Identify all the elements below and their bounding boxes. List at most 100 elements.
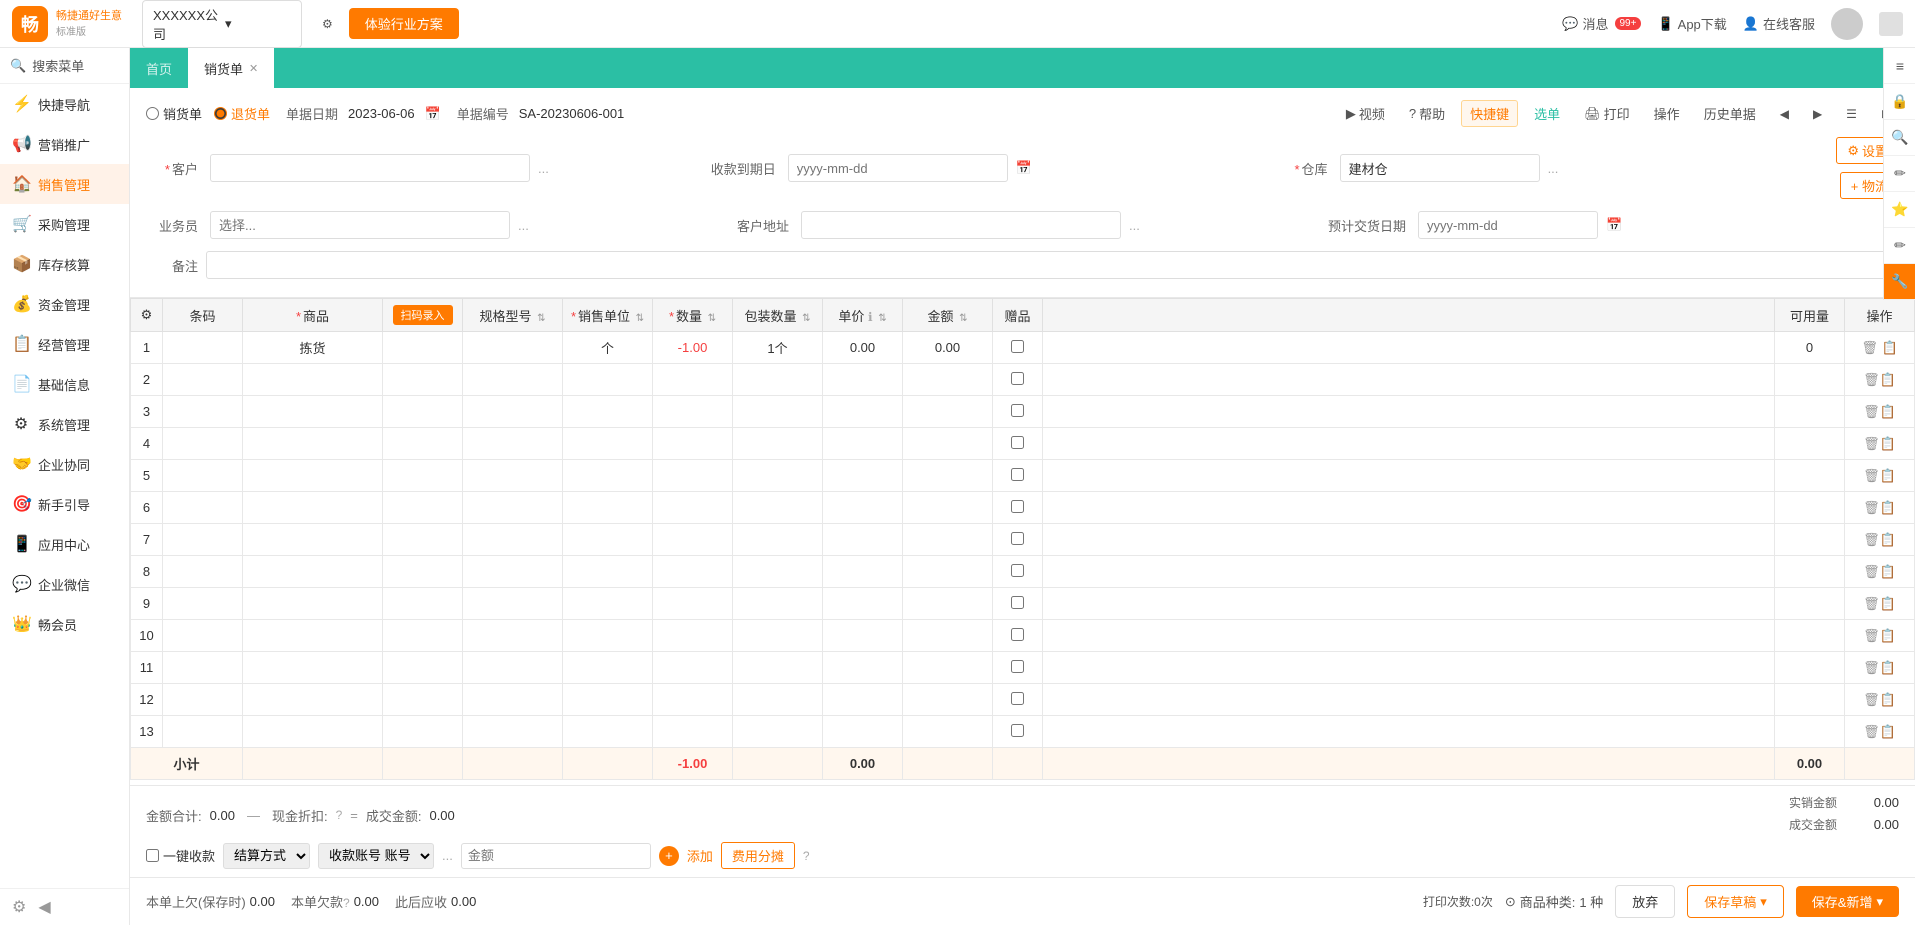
app-download-btn[interactable]: 📱 App下载 [1657, 14, 1726, 33]
sidebar-item-inventory[interactable]: 📦 库存核算 [0, 244, 129, 284]
radio-sale-input[interactable] [146, 107, 159, 120]
row-pkg-qty[interactable]: 1个 [733, 332, 823, 364]
online-service-btn[interactable]: 👤 在线客服 [1743, 14, 1815, 33]
tab-sales-order[interactable]: 销货单 ✕ [188, 48, 274, 88]
delete-row-icon[interactable]: 🗑 [1863, 628, 1880, 644]
sidebar-item-purchase[interactable]: 🛒 采购管理 [0, 204, 129, 244]
sidebar-item-member[interactable]: 👑 畅会员 [0, 604, 129, 644]
avatar[interactable] [1831, 8, 1863, 40]
delete-row-icon[interactable]: 🗑 [1863, 564, 1880, 580]
float-btn-2[interactable]: 🔒 [1884, 84, 1915, 120]
th-gear[interactable]: ⚙ [131, 299, 163, 332]
gift-checkbox[interactable] [1011, 340, 1024, 353]
delete-row-icon[interactable]: 🗑 [1863, 596, 1880, 612]
sidebar-item-marketing[interactable]: 📢 营销推广 [0, 124, 129, 164]
float-btn-7[interactable]: 🔧 [1884, 264, 1915, 300]
price-info-icon[interactable]: ℹ [868, 310, 873, 324]
delete-row-icon[interactable]: 🗑 [1863, 372, 1880, 388]
customer-input[interactable] [210, 154, 530, 182]
account-dots[interactable]: ... [442, 848, 453, 863]
sidebar-item-finance[interactable]: 💰 资金管理 [0, 284, 129, 324]
salesperson-input[interactable] [210, 211, 510, 239]
calendar-icon[interactable]: 📅 [425, 106, 441, 122]
sidebar-item-weixin[interactable]: 💬 企业微信 [0, 564, 129, 604]
row-product[interactable]: 拣货 [243, 332, 383, 364]
row-barcode[interactable] [163, 332, 243, 364]
delete-row-icon[interactable]: 🗑 [1863, 692, 1880, 708]
gift-checkbox[interactable] [1011, 500, 1024, 513]
gift-checkbox[interactable] [1011, 564, 1024, 577]
sidebar-item-operations[interactable]: 📋 经营管理 [0, 324, 129, 364]
radio-return-input[interactable] [214, 107, 227, 120]
gift-checkbox[interactable] [1011, 660, 1024, 673]
list-view-icon[interactable]: ☰ [1838, 104, 1865, 124]
trial-button[interactable]: 体验行业方案 [349, 8, 459, 39]
add-pay-button[interactable]: + [659, 846, 679, 866]
save-new-button[interactable]: 保存&新增 ▾ [1796, 886, 1899, 917]
float-btn-4[interactable]: ✏ [1884, 156, 1915, 192]
abandon-button[interactable]: 放弃 [1615, 885, 1675, 918]
sidebar-item-enterprise[interactable]: 🤝 企业协同 [0, 444, 129, 484]
sidebar-item-basic-info[interactable]: 📄 基础信息 [0, 364, 129, 404]
sidebar-search[interactable]: 🔍 搜索菜单 [0, 48, 129, 84]
toolbar-help-btn[interactable]: ? 帮助 [1401, 101, 1453, 126]
radio-sale[interactable]: 销货单 [146, 104, 202, 123]
row-notes[interactable] [1043, 332, 1775, 364]
account-select[interactable]: 收款账号 账号 [318, 843, 434, 869]
scan-button[interactable]: 扫码录入 [393, 305, 453, 325]
delete-row-icon[interactable]: 🗑 [1863, 724, 1880, 740]
copy-row-icon[interactable]: 📋 [1880, 468, 1896, 484]
owed-info-icon[interactable]: ? [343, 896, 350, 910]
toolbar-print-btn[interactable]: 🖨 打印 [1576, 101, 1638, 126]
sidebar-settings-icon[interactable]: ⚙ [12, 897, 26, 917]
delete-row-icon[interactable]: 🗑 [1863, 404, 1880, 420]
customer-dots[interactable]: ... [538, 161, 549, 176]
copy-row-icon[interactable]: 📋 [1880, 724, 1896, 740]
next-icon[interactable]: ▶ [1805, 104, 1830, 124]
gear-settings-icon[interactable]: ⚙ [314, 14, 341, 34]
th-scan[interactable]: 扫码录入 [383, 299, 463, 332]
discount-info-icon[interactable]: ? [336, 808, 343, 822]
sidebar-collapse-icon[interactable]: ◀ [38, 897, 50, 917]
row-spec[interactable] [463, 332, 563, 364]
copy-row-icon[interactable]: 📋 [1880, 372, 1896, 388]
delete-row-icon[interactable]: 🗑 [1861, 340, 1878, 356]
copy-row-icon[interactable]: 📋 [1880, 500, 1896, 516]
gift-checkbox[interactable] [1011, 532, 1024, 545]
remark-input[interactable] [206, 251, 1899, 279]
customer-addr-input[interactable] [801, 211, 1121, 239]
addr-dots[interactable]: ... [1129, 218, 1140, 233]
gift-checkbox[interactable] [1011, 372, 1024, 385]
save-draft-button[interactable]: 保存草稿 ▾ [1687, 885, 1784, 918]
message-btn[interactable]: 💬 消息 99+ [1562, 14, 1641, 33]
salesperson-dots[interactable]: ... [518, 218, 529, 233]
toolbar-video-btn[interactable]: ▶ 视频 [1338, 101, 1393, 126]
copy-row-icon[interactable]: 📋 [1880, 564, 1896, 580]
delete-row-icon[interactable]: 🗑 [1863, 468, 1880, 484]
prev-icon[interactable]: ◀ [1772, 104, 1797, 124]
expected-delivery-input[interactable] [1418, 211, 1598, 239]
gift-checkbox[interactable] [1011, 404, 1024, 417]
float-btn-5[interactable]: ⭐ [1884, 192, 1915, 228]
sidebar-item-app-center[interactable]: 📱 应用中心 [0, 524, 129, 564]
gift-checkbox[interactable] [1011, 436, 1024, 449]
company-selector[interactable]: XXXXXX公司 ▾ [142, 0, 302, 48]
expense-info-icon[interactable]: ? [803, 849, 810, 863]
toolbar-template-btn[interactable]: 选单 [1526, 101, 1568, 126]
warehouse-input[interactable] [1340, 154, 1540, 182]
copy-row-icon[interactable]: 📋 [1880, 596, 1896, 612]
toolbar-operation-btn[interactable]: 操作 [1646, 101, 1688, 126]
delete-row-icon[interactable]: 🗑 [1863, 500, 1880, 516]
copy-row-icon[interactable]: 📋 [1881, 340, 1897, 356]
sidebar-item-system[interactable]: ⚙ 系统管理 [0, 404, 129, 444]
copy-row-icon[interactable]: 📋 [1880, 660, 1896, 676]
row-price[interactable]: 0.00 [823, 332, 903, 364]
th-spec-sort[interactable]: ⇅ [537, 313, 545, 324]
tab-close-icon[interactable]: ✕ [249, 62, 258, 75]
float-btn-6[interactable]: ✏ [1884, 228, 1915, 264]
expense-split-button[interactable]: 费用分摊 [721, 842, 795, 869]
toolbar-shortcut-btn[interactable]: 快捷键 [1461, 100, 1518, 127]
th-qty-sort[interactable]: ⇅ [708, 313, 716, 324]
row-amount[interactable]: 0.00 [903, 332, 993, 364]
payment-method-select[interactable]: 结算方式 [223, 843, 310, 869]
